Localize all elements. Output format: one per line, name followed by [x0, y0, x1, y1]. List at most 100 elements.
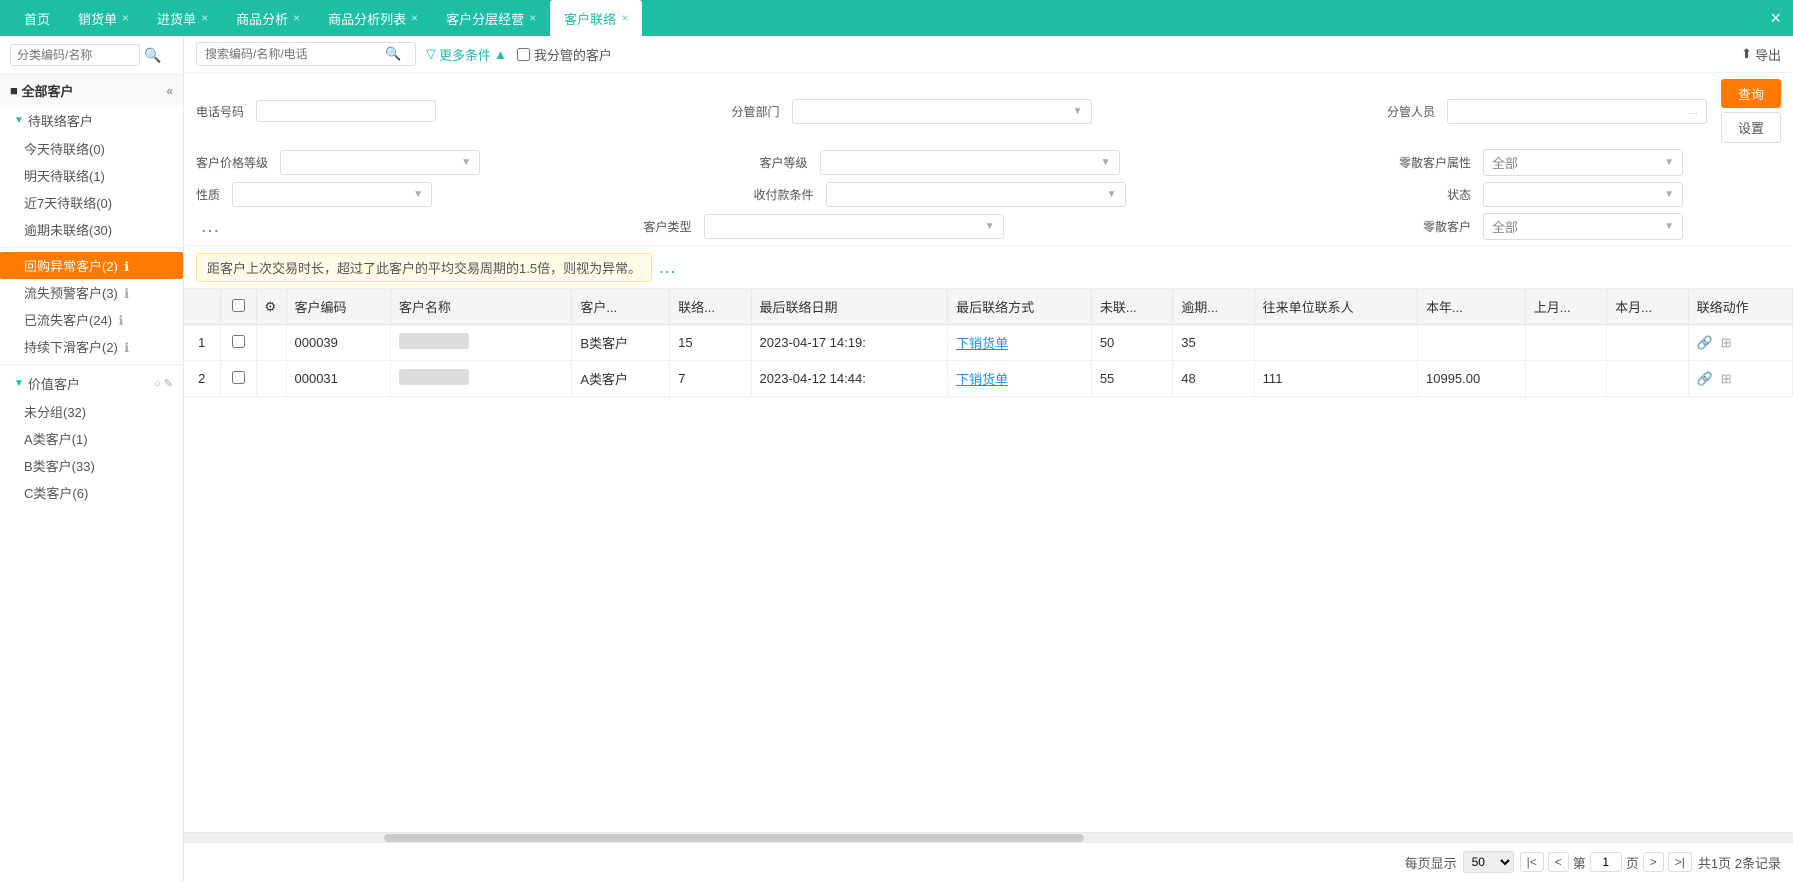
filter-row-3: 性质 ▼ 收付款条件 ▼ 状态 ▼: [196, 182, 1781, 207]
row1-share-icon[interactable]: ⊞: [1721, 335, 1732, 351]
col-this-month: 本月...: [1607, 289, 1688, 325]
sidebar-item-repurchase-anomaly[interactable]: 回购异常客户(2) ℹ: [0, 252, 183, 279]
price-grade-label: 客户价格等级: [196, 154, 268, 171]
page-input[interactable]: [1590, 852, 1622, 872]
row1-last-contact-way[interactable]: 下销货单: [948, 325, 1092, 361]
select-all-checkbox[interactable]: [232, 299, 245, 312]
table-row: 1 000039 B类客户 15 2023-04-17 14:19:: [184, 325, 1793, 361]
filter-row-1: 电话号码 分管部门 ▼ 分管人员 … 查询 设置: [196, 79, 1781, 143]
retail-attr-select[interactable]: 全部 ▼: [1483, 149, 1683, 176]
sidebar-collapse-icon[interactable]: «: [166, 84, 173, 98]
tooltip-bar: 距客户上次交易时长，超过了此客户的平均交易周期的1.5倍，则视为异常。 …: [184, 247, 1793, 289]
col-unread: 未联...: [1091, 289, 1172, 325]
col-this-year: 本年...: [1418, 289, 1526, 325]
nav-product-analysis-list[interactable]: 商品分析列表 ×: [314, 0, 432, 36]
col-gear[interactable]: ⚙: [256, 289, 286, 325]
more-conditions-btn[interactable]: ▽ 更多条件 ▲: [426, 45, 507, 64]
search-icon[interactable]: 🔍: [385, 46, 401, 62]
sidebar-item-c-class[interactable]: C类客户(6): [0, 479, 183, 506]
sidebar-pending-contact-group[interactable]: ▼ 待联络客户: [0, 106, 183, 135]
sidebar-search-icon[interactable]: 🔍: [144, 47, 161, 64]
per-page-select[interactable]: 50 20 100: [1463, 851, 1514, 873]
manager-label: 分管人员: [1387, 103, 1435, 120]
status-select[interactable]: ▼: [1483, 182, 1683, 207]
sidebar-item-churned[interactable]: 已流失客户(24) ℹ: [0, 306, 183, 333]
customer-grade-select[interactable]: ▼: [820, 150, 1120, 175]
table-settings-icon[interactable]: ⚙: [265, 299, 277, 314]
nav-purchase-order[interactable]: 进货单 ×: [143, 0, 222, 36]
customer-grade-arrow-icon: ▼: [1101, 157, 1111, 168]
sidebar-item-7days-pending[interactable]: 近7天待联络(0): [0, 189, 183, 216]
payment-cond-arrow-icon: ▼: [1107, 189, 1117, 200]
close-product-analysis-list-icon[interactable]: ×: [411, 11, 418, 25]
sidebar-item-a-class[interactable]: A类客户(1): [0, 425, 183, 452]
row2-link-icon[interactable]: 🔗: [1697, 371, 1713, 387]
row1-select-checkbox[interactable]: [232, 335, 245, 348]
horizontal-scrollbar[interactable]: [184, 832, 1793, 842]
close-customer-tiering-icon[interactable]: ×: [529, 11, 536, 25]
query-btn[interactable]: 查询: [1721, 79, 1781, 108]
sidebar-item-b-class[interactable]: B类客户(33): [0, 452, 183, 479]
prev-page-btn[interactable]: <: [1548, 852, 1569, 872]
sidebar-item-today-pending[interactable]: 今天待联络(0): [0, 135, 183, 162]
row2-share-icon[interactable]: ⊞: [1721, 371, 1732, 387]
row1-this-month: [1607, 325, 1688, 361]
scroll-thumb[interactable]: [384, 834, 1084, 842]
filter-icon: ▽: [426, 46, 436, 62]
phone-input[interactable]: [256, 100, 436, 122]
row2-code: 000031: [286, 361, 390, 397]
nav-sales-order[interactable]: 销货单 ×: [64, 0, 143, 36]
next-page-btn[interactable]: >: [1643, 852, 1664, 872]
first-page-btn[interactable]: |<: [1520, 852, 1544, 872]
row2-last-contact-date: 2023-04-12 14:44:: [751, 361, 948, 397]
sidebar-value-group[interactable]: ▼ 价值客户 ○ ✎: [0, 369, 183, 398]
row2-checkbox: [220, 361, 256, 397]
row1-link-icon[interactable]: 🔗: [1697, 335, 1713, 351]
customer-grade-label: 客户等级: [760, 154, 808, 171]
tooltip-more-icon[interactable]: …: [658, 257, 676, 278]
close-customer-contact-icon[interactable]: ×: [621, 11, 628, 25]
filter-bar: 🔍 ▽ 更多条件 ▲ 我分管的客户 ⬆ 导出: [184, 36, 1793, 73]
row2-type: A类客户: [572, 361, 670, 397]
customer-type-select[interactable]: ▼: [704, 214, 1004, 239]
customer-type-label: 客户类型: [643, 218, 691, 235]
sidebar-item-churn-warning[interactable]: 流失预警客户(3) ℹ: [0, 279, 183, 306]
more-filter-btn[interactable]: …: [196, 215, 224, 238]
export-btn[interactable]: ⬆ 导出: [1741, 45, 1781, 64]
sidebar-item-declining[interactable]: 持续下滑客户(2) ℹ: [0, 333, 183, 360]
sidebar-all-customers-header[interactable]: ■ 全部客户 «: [0, 75, 183, 106]
my-customers-checkbox[interactable]: [517, 48, 530, 61]
row2-last-contact-way[interactable]: 下销货单: [948, 361, 1092, 397]
manager-select[interactable]: …: [1447, 99, 1707, 124]
nav-customer-contact[interactable]: 客户联络 ×: [550, 0, 642, 36]
last-page-btn[interactable]: >|: [1668, 852, 1692, 872]
dept-label: 分管部门: [731, 103, 779, 120]
customer-search-input[interactable]: [205, 47, 385, 61]
row1-action: 🔗 ⊞: [1688, 325, 1792, 361]
settings-btn[interactable]: 设置: [1721, 112, 1781, 143]
dept-select[interactable]: ▼: [792, 99, 1092, 124]
sidebar-item-tomorrow-pending[interactable]: 明天待联络(1): [0, 162, 183, 189]
close-purchase-order-icon[interactable]: ×: [201, 11, 208, 25]
close-sales-order-icon[interactable]: ×: [122, 11, 129, 25]
nav-home[interactable]: 首页: [10, 0, 64, 36]
retail-customer-select[interactable]: 全部 ▼: [1483, 213, 1683, 240]
close-product-analysis-icon[interactable]: ×: [293, 11, 300, 25]
close-all-tabs-icon[interactable]: ×: [1770, 8, 1781, 29]
status-label: 状态: [1447, 186, 1471, 203]
row2-select-checkbox[interactable]: [232, 371, 245, 384]
row1-contact-person: [1254, 325, 1417, 361]
nature-select[interactable]: ▼: [232, 182, 432, 207]
retail-customer-arrow-icon: ▼: [1664, 221, 1674, 232]
row2-unread: 55: [1091, 361, 1172, 397]
sidebar-item-overdue[interactable]: 逾期未联络(30): [0, 216, 183, 243]
row2-contact: 7: [670, 361, 751, 397]
sidebar-item-ungrouped[interactable]: 未分组(32): [0, 398, 183, 425]
sidebar-search-input[interactable]: [10, 44, 140, 66]
price-grade-select[interactable]: ▼: [280, 150, 480, 175]
row2-action: 🔗 ⊞: [1688, 361, 1792, 397]
nav-customer-tiering[interactable]: 客户分层经营 ×: [432, 0, 550, 36]
nav-product-analysis[interactable]: 商品分析 ×: [222, 0, 314, 36]
payment-cond-select[interactable]: ▼: [826, 182, 1126, 207]
table-area: ⚙ 客户编码 客户名称 客户... 联络...: [184, 289, 1793, 832]
